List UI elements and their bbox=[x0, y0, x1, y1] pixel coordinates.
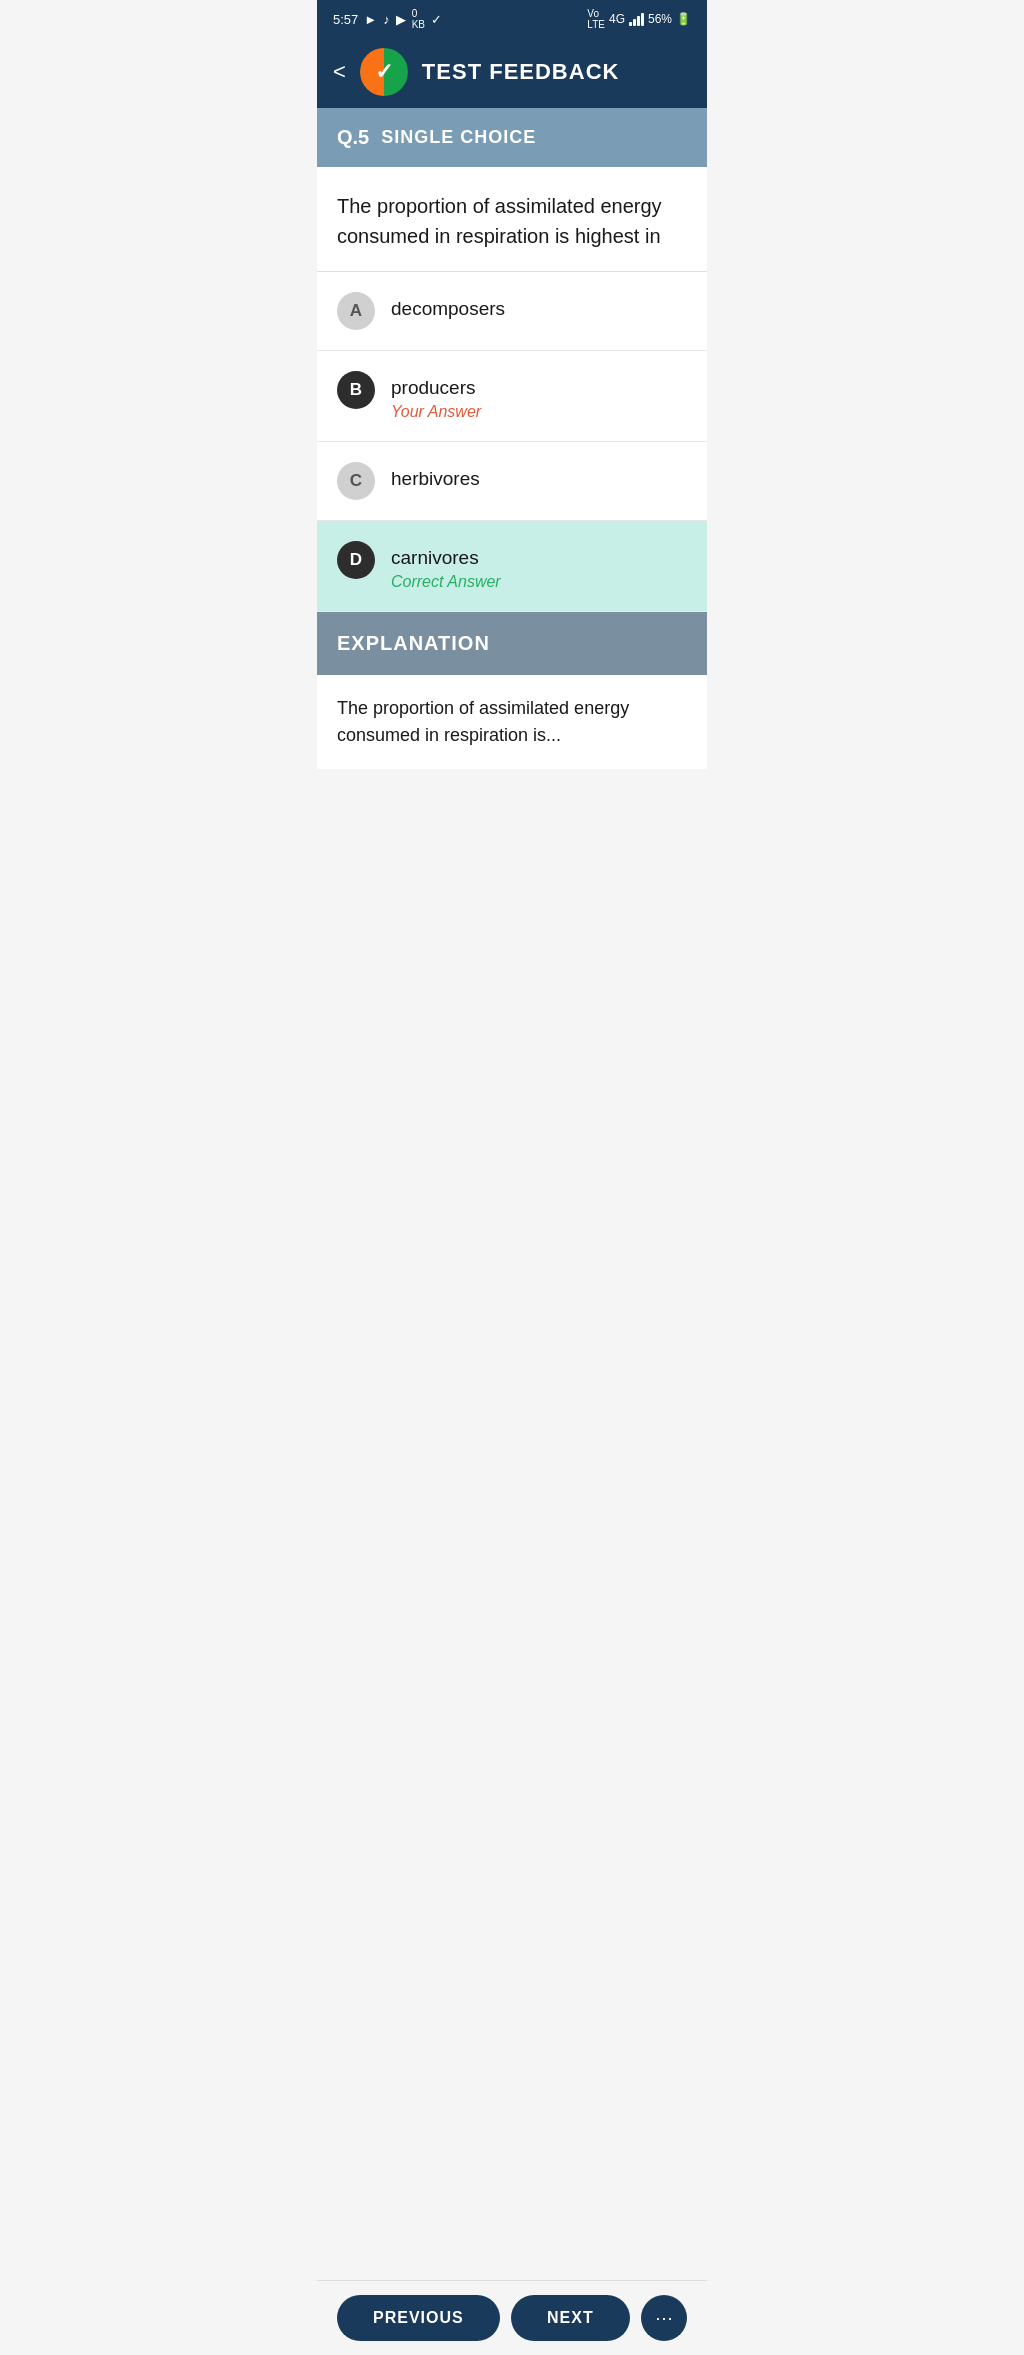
check-icon: ✓ bbox=[375, 59, 393, 85]
page-title: TEST FEEDBACK bbox=[422, 59, 620, 85]
option-b-badge: B bbox=[337, 371, 375, 409]
volte-icon: VoLTE bbox=[587, 8, 605, 30]
option-b-text: producers bbox=[391, 377, 481, 399]
option-a-text: decomposers bbox=[391, 298, 505, 320]
your-answer-label: Your Answer bbox=[391, 403, 481, 421]
option-c-text: herbivores bbox=[391, 468, 480, 490]
question-body: The proportion of assimilated energy con… bbox=[317, 167, 707, 272]
option-a[interactable]: A decomposers bbox=[317, 272, 707, 351]
option-c-content: herbivores bbox=[391, 462, 480, 490]
signal-bars bbox=[629, 12, 644, 26]
option-a-badge: A bbox=[337, 292, 375, 330]
youtube-icon: ▶ bbox=[396, 12, 406, 27]
explanation-text: The proportion of assimilated energy con… bbox=[337, 695, 687, 749]
option-d[interactable]: D carnivores Correct Answer bbox=[317, 521, 707, 612]
status-left: 5:57 ► ♪ ▶ 0KB ✓ bbox=[333, 8, 442, 30]
option-d-text: carnivores bbox=[391, 547, 501, 569]
question-type: SINGLE CHOICE bbox=[381, 127, 536, 148]
question-text: The proportion of assimilated energy con… bbox=[337, 191, 687, 251]
option-d-content: carnivores Correct Answer bbox=[391, 541, 501, 591]
explanation-title: EXPLANATION bbox=[337, 632, 490, 654]
option-a-content: decomposers bbox=[391, 292, 505, 320]
status-right: VoLTE 4G 56% 🔋 bbox=[587, 8, 691, 30]
battery-label: 56% bbox=[648, 12, 672, 26]
options-container: A decomposers B producers Your Answer C … bbox=[317, 272, 707, 612]
download-icon: ✓ bbox=[431, 12, 442, 27]
question-header: Q.5 SINGLE CHOICE bbox=[317, 108, 707, 167]
network-label: 4G bbox=[609, 12, 625, 26]
location-icon: ► bbox=[364, 12, 377, 27]
app-logo: ✓ bbox=[360, 48, 408, 96]
explanation-body: The proportion of assimilated energy con… bbox=[317, 675, 707, 769]
correct-answer-label: Correct Answer bbox=[391, 573, 501, 591]
back-button[interactable]: < bbox=[333, 61, 346, 83]
question-number: Q.5 bbox=[337, 126, 369, 149]
kb-icon: 0KB bbox=[412, 8, 425, 30]
option-b-content: producers Your Answer bbox=[391, 371, 481, 421]
time-display: 5:57 bbox=[333, 12, 358, 27]
music-icon: ♪ bbox=[383, 12, 390, 27]
battery-icon: 🔋 bbox=[676, 12, 691, 26]
option-c-badge: C bbox=[337, 462, 375, 500]
option-c[interactable]: C herbivores bbox=[317, 442, 707, 521]
status-bar: 5:57 ► ♪ ▶ 0KB ✓ VoLTE 4G 56% 🔋 bbox=[317, 0, 707, 36]
option-d-badge: D bbox=[337, 541, 375, 579]
option-b[interactable]: B producers Your Answer bbox=[317, 351, 707, 442]
explanation-header: EXPLANATION bbox=[317, 612, 707, 675]
top-navigation: < ✓ TEST FEEDBACK bbox=[317, 36, 707, 108]
